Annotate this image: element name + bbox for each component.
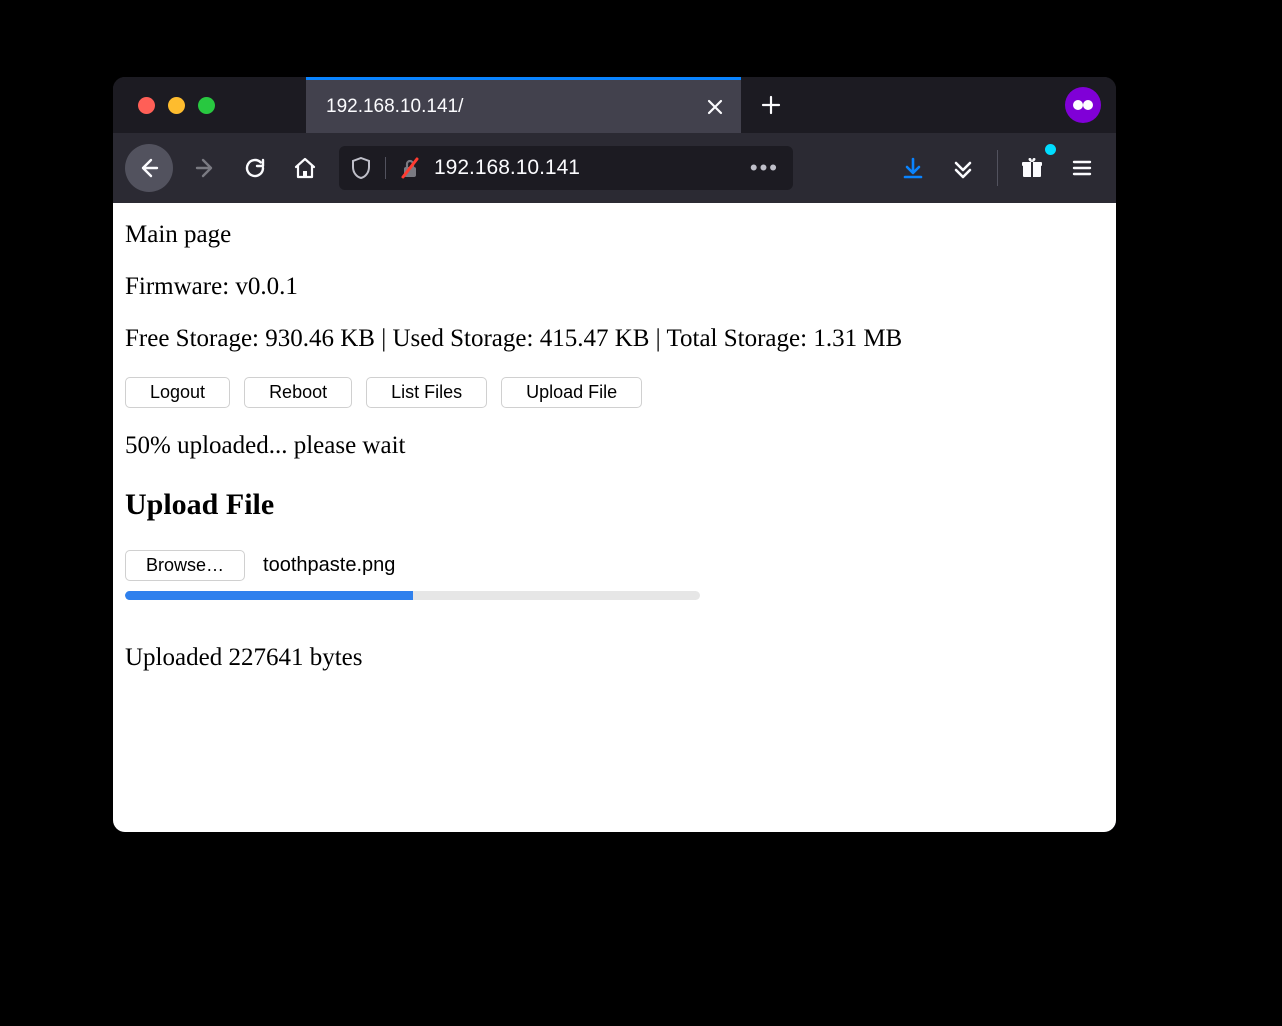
upload-progress-bar — [125, 591, 700, 600]
downloads-button[interactable] — [891, 146, 935, 190]
upload-progress-fill — [125, 591, 413, 600]
shield-icon — [347, 154, 375, 182]
reload-button[interactable] — [233, 146, 277, 190]
selected-filename: toothpaste.png — [263, 554, 395, 577]
insecure-lock-icon — [396, 154, 424, 182]
storage-line: Free Storage: 930.46 KB | Used Storage: … — [125, 325, 1104, 353]
toolbar-divider — [997, 150, 998, 186]
upload-heading: Upload File — [125, 488, 1104, 522]
maximize-window-button[interactable] — [198, 97, 215, 114]
tab-bar: 192.168.10.141/ — [113, 77, 1116, 133]
browser-tab[interactable]: 192.168.10.141/ — [306, 77, 741, 133]
close-tab-button[interactable] — [699, 91, 731, 123]
page-title: Main page — [125, 221, 1104, 249]
browser-window: 192.168.10.141/ — [113, 77, 1116, 832]
tab-title: 192.168.10.141/ — [326, 96, 699, 118]
page-content: Main page Firmware: v0.0.1 Free Storage:… — [113, 203, 1116, 832]
url-text: 192.168.10.141 — [434, 156, 740, 180]
overflow-button[interactable] — [941, 146, 985, 190]
uploaded-bytes-line: Uploaded 227641 bytes — [125, 644, 1104, 672]
back-button[interactable] — [125, 144, 173, 192]
upload-status: 50% uploaded... please wait — [125, 432, 1104, 460]
url-bar[interactable]: 192.168.10.141 ••• — [339, 146, 793, 190]
new-tab-button[interactable] — [755, 89, 787, 121]
reboot-button[interactable]: Reboot — [244, 377, 352, 408]
forward-button[interactable] — [183, 146, 227, 190]
file-input-row: Browse… toothpaste.png — [125, 550, 1104, 581]
browse-button[interactable]: Browse… — [125, 550, 245, 581]
minimize-window-button[interactable] — [168, 97, 185, 114]
private-browsing-icon — [1065, 87, 1101, 123]
close-window-button[interactable] — [138, 97, 155, 114]
window-controls — [138, 97, 215, 114]
action-button-row: Logout Reboot List Files Upload File — [125, 377, 1104, 408]
firmware-line: Firmware: v0.0.1 — [125, 273, 1104, 301]
url-divider — [385, 157, 386, 179]
list-files-button[interactable]: List Files — [366, 377, 487, 408]
upload-file-button[interactable]: Upload File — [501, 377, 642, 408]
logout-button[interactable]: Logout — [125, 377, 230, 408]
menu-button[interactable] — [1060, 146, 1104, 190]
page-actions-icon[interactable]: ••• — [750, 155, 785, 181]
home-button[interactable] — [283, 146, 327, 190]
browser-toolbar: 192.168.10.141 ••• — [113, 133, 1116, 203]
whats-new-button[interactable] — [1010, 146, 1054, 190]
